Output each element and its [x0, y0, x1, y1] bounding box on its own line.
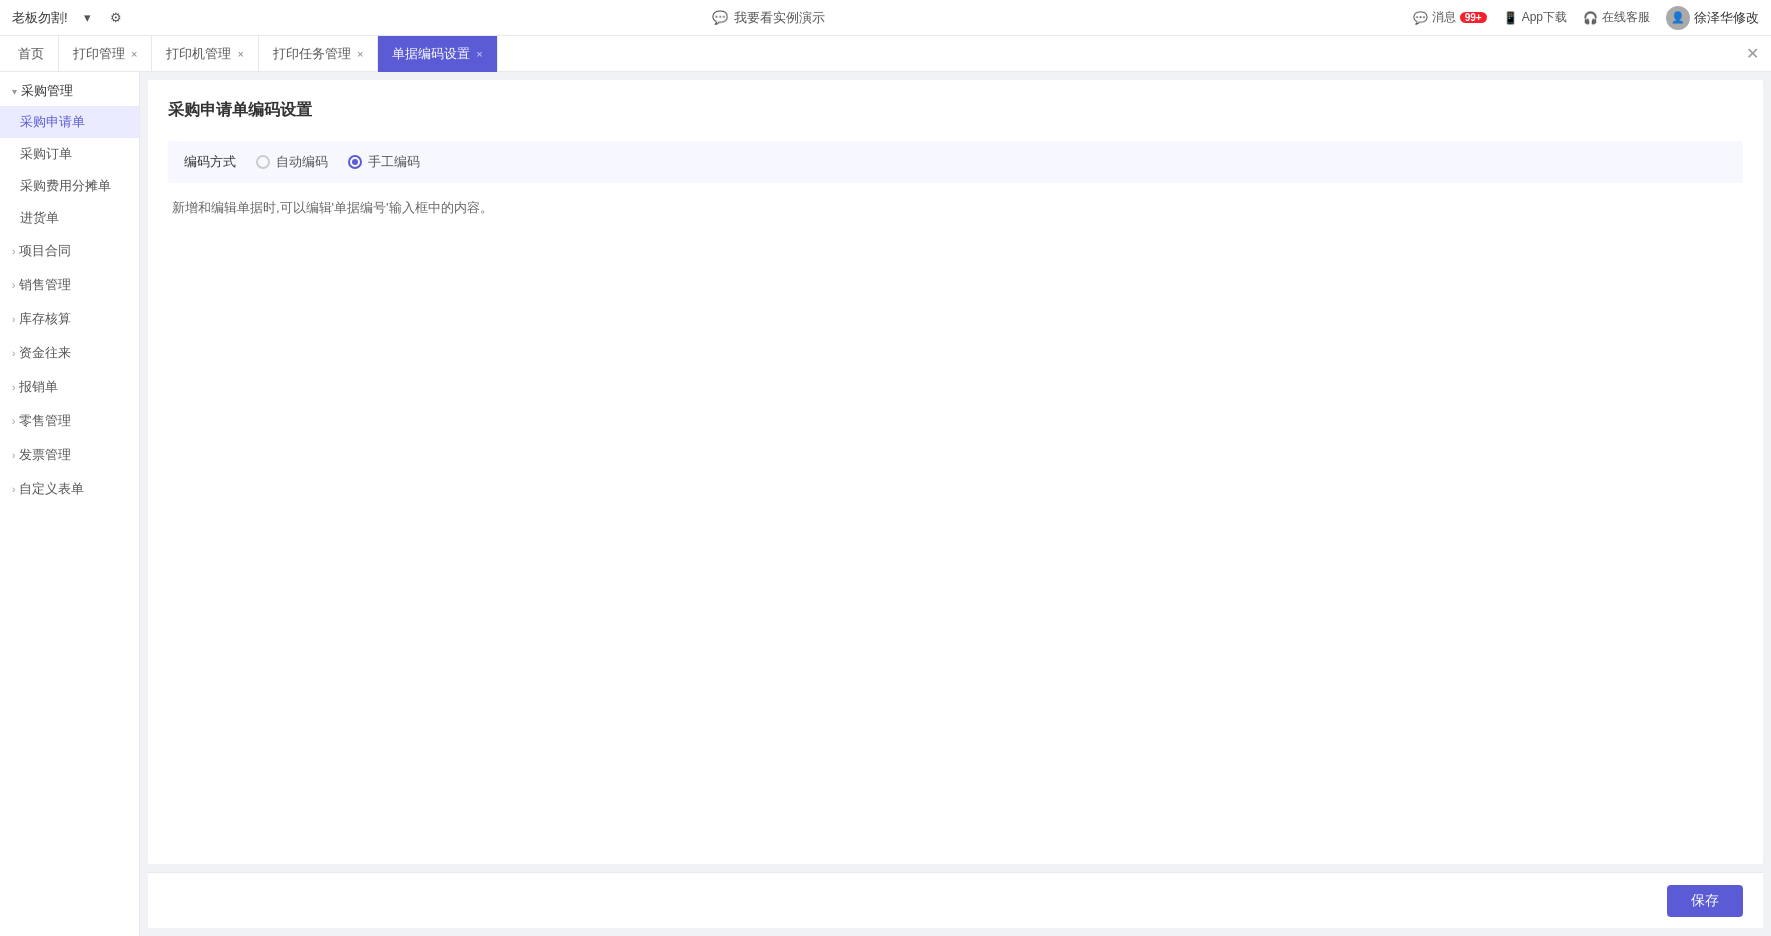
sidebar-group-retail-mgmt[interactable]: › 零售管理: [0, 404, 139, 438]
tab-printer-mgmt-label: 打印机管理: [166, 45, 231, 63]
header-center: 💬 我要看实例演示: [712, 9, 825, 27]
sidebar: ▾ 采购管理 采购申请单 采购订单 采购费用分摊单 进货单 › 项目合同 › 销…: [0, 72, 140, 936]
manual-code-radio-circle: [348, 155, 362, 169]
tab-printer-mgmt[interactable]: 打印机管理 ×: [152, 36, 258, 72]
brand-text: 老板勿割!: [12, 9, 68, 27]
save-button[interactable]: 保存: [1667, 885, 1743, 917]
auto-code-radio-circle: [256, 155, 270, 169]
sidebar-group-inventory-label: 库存核算: [19, 310, 71, 328]
tab-print-task-mgmt-close[interactable]: ×: [357, 48, 363, 60]
arrow-icon-invoice: ›: [12, 450, 15, 461]
header-right: 💬 消息 99+ 📱 App下载 🎧 在线客服 👤 徐泽华修改: [1413, 6, 1759, 30]
dropdown-icon[interactable]: ▾: [80, 10, 96, 26]
tab-print-task-mgmt-label: 打印任务管理: [273, 45, 351, 63]
app-download-button[interactable]: 📱 App下载: [1503, 9, 1567, 26]
tab-print-task-mgmt[interactable]: 打印任务管理 ×: [259, 36, 378, 72]
demo-icon: 💬: [712, 10, 728, 25]
window-close-button[interactable]: ✕: [1734, 44, 1771, 63]
message-badge: 99+: [1460, 12, 1487, 23]
tab-barcode-setting[interactable]: 单据编码设置 ×: [378, 36, 497, 72]
sidebar-item-purchase-request[interactable]: 采购申请单: [0, 106, 139, 138]
app-download-label: App下载: [1522, 9, 1567, 26]
online-service-button[interactable]: 🎧 在线客服: [1583, 9, 1650, 26]
arrow-icon-project: ›: [12, 246, 15, 257]
app-icon: 📱: [1503, 11, 1518, 25]
sidebar-group-invoice-label: 发票管理: [19, 446, 71, 464]
sidebar-group-capital[interactable]: › 资金往来: [0, 336, 139, 370]
manual-code-label: 手工编码: [368, 153, 420, 171]
sidebar-group-project-contract[interactable]: › 项目合同: [0, 234, 139, 268]
coding-method-label: 编码方式: [184, 153, 236, 171]
avatar: 👤: [1666, 6, 1690, 30]
content-area: 采购申请单编码设置 编码方式 自动编码 手工编码 新增和编辑单据时,可以编辑'单…: [140, 72, 1771, 936]
sidebar-item-purchase-fee-label: 采购费用分摊单: [20, 178, 111, 193]
radio-group: 自动编码 手工编码: [256, 153, 420, 171]
arrow-icon-purchase: ▾: [12, 86, 17, 97]
sidebar-item-stock-in-label: 进货单: [20, 210, 59, 225]
tab-barcode-setting-label: 单据编码设置: [392, 45, 470, 63]
user-name: 徐泽华修改: [1694, 9, 1759, 27]
sidebar-item-stock-in[interactable]: 进货单: [0, 202, 139, 234]
sidebar-group-returns-label: 报销单: [19, 378, 58, 396]
manual-code-radio[interactable]: 手工编码: [348, 153, 420, 171]
arrow-icon-custom: ›: [12, 484, 15, 495]
description-text: 新增和编辑单据时,可以编辑'单据编号'输入框中的内容。: [168, 199, 1743, 217]
arrow-icon-returns: ›: [12, 382, 15, 393]
sidebar-group-purchase-mgmt[interactable]: ▾ 采购管理: [0, 72, 139, 106]
arrow-icon-sales: ›: [12, 280, 15, 291]
sidebar-item-purchase-request-label: 采购申请单: [20, 114, 85, 129]
tab-home-label: 首页: [18, 45, 44, 63]
tab-print-mgmt[interactable]: 打印管理 ×: [59, 36, 152, 72]
sidebar-group-custom-label: 自定义表单: [19, 480, 84, 498]
header-bar: 老板勿割! ▾ ⚙ 💬 我要看实例演示 💬 消息 99+ 📱 App下载 🎧 在…: [0, 0, 1771, 36]
tab-printer-mgmt-close[interactable]: ×: [237, 48, 243, 60]
sidebar-group-inventory[interactable]: › 库存核算: [0, 302, 139, 336]
sidebar-group-sales-mgmt[interactable]: › 销售管理: [0, 268, 139, 302]
arrow-icon-retail: ›: [12, 416, 15, 427]
sidebar-item-purchase-order[interactable]: 采购订单: [0, 138, 139, 170]
online-service-label: 在线客服: [1602, 9, 1650, 26]
content-footer: 保存: [148, 872, 1763, 928]
sidebar-group-invoice-mgmt[interactable]: › 发票管理: [0, 438, 139, 472]
content-main: 采购申请单编码设置 编码方式 自动编码 手工编码 新增和编辑单据时,可以编辑'单…: [148, 80, 1763, 864]
header-left: 老板勿割! ▾ ⚙: [12, 9, 124, 27]
sidebar-group-sales-label: 销售管理: [19, 276, 71, 294]
main-layout: ▾ 采购管理 采购申请单 采购订单 采购费用分摊单 进货单 › 项目合同 › 销…: [0, 72, 1771, 936]
tab-barcode-setting-close[interactable]: ×: [476, 48, 482, 60]
arrow-icon-inventory: ›: [12, 314, 15, 325]
sidebar-group-retail-label: 零售管理: [19, 412, 71, 430]
sidebar-group-purchase-label: 采购管理: [21, 82, 73, 100]
sidebar-item-purchase-fee[interactable]: 采购费用分摊单: [0, 170, 139, 202]
auto-code-radio[interactable]: 自动编码: [256, 153, 328, 171]
sidebar-group-capital-label: 资金往来: [19, 344, 71, 362]
sidebar-group-custom-form[interactable]: › 自定义表单: [0, 472, 139, 506]
coding-method-row: 编码方式 自动编码 手工编码: [168, 141, 1743, 183]
service-icon: 🎧: [1583, 11, 1598, 25]
sidebar-group-returns[interactable]: › 报销单: [0, 370, 139, 404]
message-icon: 💬: [1413, 11, 1428, 25]
page-title: 采购申请单编码设置: [168, 100, 1743, 121]
tab-print-mgmt-close[interactable]: ×: [131, 48, 137, 60]
user-profile[interactable]: 👤 徐泽华修改: [1666, 6, 1759, 30]
message-button[interactable]: 💬 消息 99+: [1413, 9, 1487, 26]
sidebar-group-project-label: 项目合同: [19, 242, 71, 260]
settings-icon[interactable]: ⚙: [108, 10, 124, 26]
sidebar-item-purchase-order-label: 采购订单: [20, 146, 72, 161]
demo-link[interactable]: 我要看实例演示: [734, 9, 825, 27]
auto-code-label: 自动编码: [276, 153, 328, 171]
tab-print-mgmt-label: 打印管理: [73, 45, 125, 63]
message-label: 消息: [1432, 9, 1456, 26]
tab-home[interactable]: 首页: [4, 36, 59, 72]
arrow-icon-capital: ›: [12, 348, 15, 359]
tab-bar: 首页 打印管理 × 打印机管理 × 打印任务管理 × 单据编码设置 × ✕: [0, 36, 1771, 72]
